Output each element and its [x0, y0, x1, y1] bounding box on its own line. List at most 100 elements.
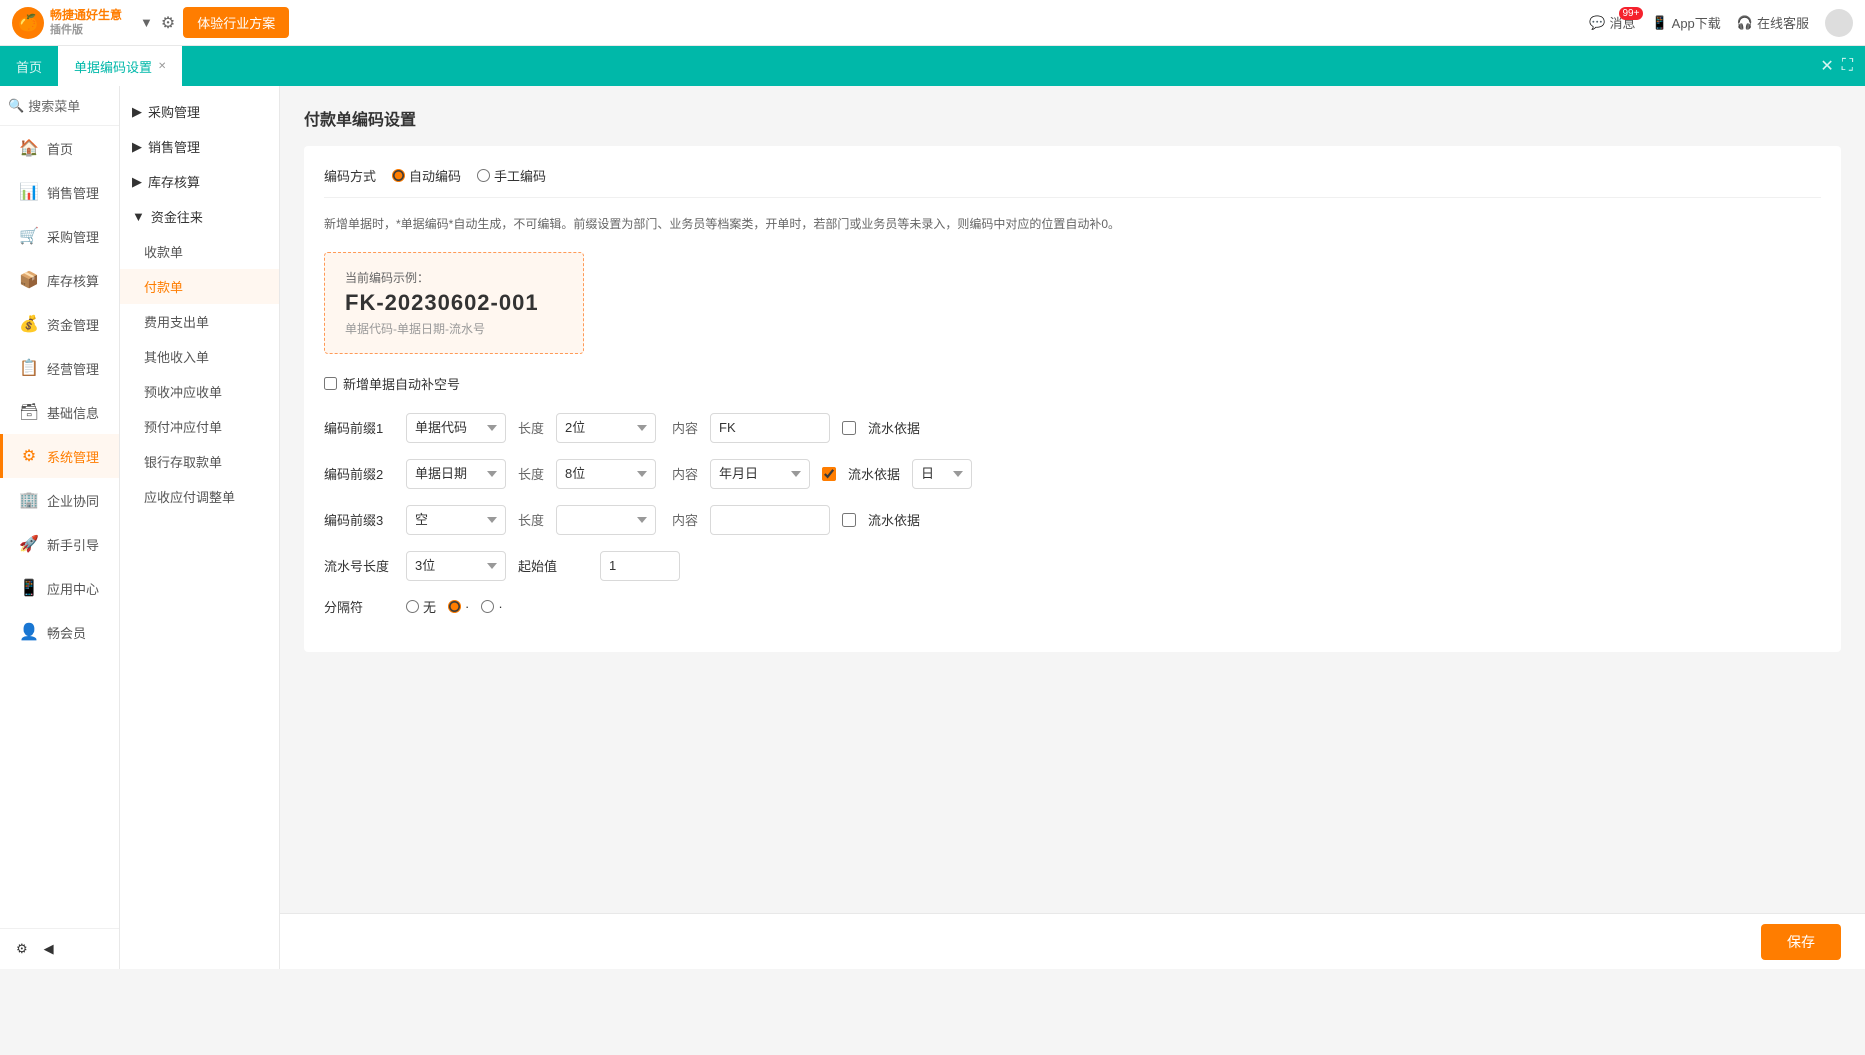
- home-icon: 🏠: [19, 138, 39, 158]
- start-value-input[interactable]: [600, 551, 680, 581]
- online-service-btn[interactable]: 🎧 在线客服: [1737, 13, 1809, 32]
- bottom-settings-icon[interactable]: ⚙: [16, 941, 28, 957]
- sub-group-capital-title[interactable]: ▼ 资金往来: [120, 199, 279, 234]
- prefix2-row: 编码前缀2 单据日期 长度 8位 内容 年月日 流水依据 日: [324, 459, 1821, 489]
- tab-close-icon[interactable]: ✕: [158, 61, 166, 72]
- settings-icon[interactable]: ⚙: [161, 13, 175, 33]
- auto-fill-row[interactable]: 新增单据自动补空号: [324, 374, 1821, 393]
- prefix3-select[interactable]: 空: [406, 505, 506, 535]
- expand-arrow-sales: ▶: [132, 139, 142, 155]
- sidebar-item-enterprise[interactable]: 🏢 企业协同: [0, 478, 119, 522]
- expand-arrow-purchase: ▶: [132, 104, 142, 120]
- topbar-left: 🍊 畅捷通好生意 插件版 ▼ ⚙ 体验行业方案: [12, 7, 289, 39]
- sub-item-payment[interactable]: 付款单: [120, 269, 279, 304]
- sidebar-item-sales[interactable]: 📊 销售管理: [0, 170, 119, 214]
- prefix1-row: 编码前缀1 单据代码 长度 2位 内容 流水依据: [324, 413, 1821, 443]
- sub-item-recv-pay-adjust[interactable]: 应收应付调整单: [120, 479, 279, 514]
- prefix3-label: 编码前缀3: [324, 510, 394, 529]
- sub-group-inventory-title[interactable]: ▶ 库存核算: [120, 164, 279, 199]
- prefix2-length-select[interactable]: 8位: [556, 459, 656, 489]
- encoding-method-row: 编码方式 自动编码 手工编码: [324, 166, 1821, 198]
- prefix3-length-select[interactable]: [556, 505, 656, 535]
- prefix3-content-input[interactable]: [710, 505, 830, 535]
- prefix1-content-input[interactable]: [710, 413, 830, 443]
- sidebar-item-home[interactable]: 🏠 首页: [0, 126, 119, 170]
- prefix3-row: 编码前缀3 空 长度 内容 流水依据: [324, 505, 1821, 535]
- prefix3-serial-label: 流水依据: [868, 510, 920, 529]
- messages-btn[interactable]: 💬 消息 99+: [1589, 13, 1635, 32]
- prefix2-select[interactable]: 单据日期: [406, 459, 506, 489]
- separator-none-label[interactable]: 无: [406, 597, 436, 616]
- bottom-collapse-icon[interactable]: ◀: [44, 941, 54, 957]
- expand-arrow-capital: ▼: [132, 209, 145, 224]
- sidebar-search[interactable]: 🔍 搜索菜单: [0, 86, 119, 126]
- preview-label: 当前编码示例：: [345, 269, 563, 286]
- radio-manual[interactable]: [477, 169, 490, 182]
- trial-btn[interactable]: 体验行业方案: [183, 7, 289, 38]
- prefix1-length-label: 长度: [518, 418, 544, 437]
- prefix1-select[interactable]: 单据代码: [406, 413, 506, 443]
- page-title: 付款单编码设置: [304, 106, 1841, 130]
- sidebar-item-inventory[interactable]: 📦 库存核算: [0, 258, 119, 302]
- prefix1-serial-checkbox[interactable]: [842, 421, 856, 435]
- sub-group-capital: ▼ 资金往来 收款单 付款单 费用支出单 其他收入单 预收冲应收单 预付冲应付单…: [120, 199, 279, 514]
- sidebar-item-basic[interactable]: 🗃 基础信息: [0, 390, 119, 434]
- separator-dot-label[interactable]: ·: [448, 599, 469, 614]
- sub-group-sales-title[interactable]: ▶ 销售管理: [120, 129, 279, 164]
- sidebar-item-home-label: 首页: [47, 139, 73, 158]
- radio-manual-label[interactable]: 手工编码: [477, 166, 546, 185]
- radio-auto-label[interactable]: 自动编码: [392, 166, 461, 185]
- sub-item-expense[interactable]: 费用支出单: [120, 304, 279, 339]
- serial-length-select[interactable]: 3位: [406, 551, 506, 581]
- settings-card: 编码方式 自动编码 手工编码 新增单据时，*单据编码*自动生成，不可编辑。前缀设…: [304, 146, 1841, 652]
- sidebar-item-purchase[interactable]: 🛒 采购管理: [0, 214, 119, 258]
- system-icon: ⚙: [19, 446, 39, 466]
- sub-group-inventory: ▶ 库存核算: [120, 164, 279, 199]
- separator-dot2-label[interactable]: ·: [481, 599, 502, 614]
- radio-auto[interactable]: [392, 169, 405, 182]
- sidebar-item-newbie[interactable]: 🚀 新手引导: [0, 522, 119, 566]
- sidebar-item-sales-label: 销售管理: [47, 183, 99, 202]
- sidebar-item-finance[interactable]: 💰 资金管理: [0, 302, 119, 346]
- separator-dot-radio[interactable]: [448, 600, 461, 613]
- sub-item-other-income[interactable]: 其他收入单: [120, 339, 279, 374]
- sidebar-item-system[interactable]: ⚙ 系统管理: [0, 434, 119, 478]
- tab-home-label: 首页: [16, 57, 42, 76]
- sub-item-receipt[interactable]: 收款单: [120, 234, 279, 269]
- logo-area: 🍊 畅捷通好生意 插件版: [12, 7, 132, 39]
- sub-group-purchase-title[interactable]: ▶ 采购管理: [120, 94, 279, 129]
- nav-dropdown[interactable]: ▼: [140, 15, 153, 30]
- prefix2-serial-checkbox[interactable]: [822, 467, 836, 481]
- tabbar-expand-btn[interactable]: ⛶: [1842, 57, 1853, 75]
- inventory-icon: 📦: [19, 270, 39, 290]
- tabbar: 首页 单据编码设置 ✕ ✕ ⛶: [0, 46, 1865, 86]
- finance-icon: 💰: [19, 314, 39, 334]
- sub-item-prepay-payable[interactable]: 预付冲应付单: [120, 409, 279, 444]
- purchase-icon: 🛒: [19, 226, 39, 246]
- sidebar-item-operations[interactable]: 📋 经营管理: [0, 346, 119, 390]
- footer: 保存: [280, 913, 1865, 969]
- sub-group-sales-label: 销售管理: [148, 137, 200, 156]
- sidebar-item-apps[interactable]: 📱 应用中心: [0, 566, 119, 610]
- apps-icon: 📱: [19, 578, 39, 598]
- separator-none-radio[interactable]: [406, 600, 419, 613]
- sub-item-prepay-receivable[interactable]: 预收冲应收单: [120, 374, 279, 409]
- auto-fill-checkbox[interactable]: [324, 377, 337, 390]
- sub-sidebar: ▶ 采购管理 ▶ 销售管理 ▶ 库存核算 ▼ 资金往来 收款单 付款单 费用支出…: [120, 86, 280, 969]
- tab-home[interactable]: 首页: [0, 46, 58, 86]
- sub-item-bank-deposit[interactable]: 银行存取款单: [120, 444, 279, 479]
- sidebar-item-member[interactable]: 👤 畅会员: [0, 610, 119, 654]
- prefix2-period-select[interactable]: 日: [912, 459, 972, 489]
- prefix3-serial-checkbox[interactable]: [842, 513, 856, 527]
- message-badge: 99+: [1619, 7, 1644, 20]
- prefix2-length-label: 长度: [518, 464, 544, 483]
- tab-serial-setting[interactable]: 单据编码设置 ✕: [58, 46, 182, 86]
- basic-icon: 🗃: [19, 402, 39, 422]
- separator-dot2-radio[interactable]: [481, 600, 494, 613]
- prefix1-length-select[interactable]: 2位: [556, 413, 656, 443]
- avatar[interactable]: [1825, 9, 1853, 37]
- tabbar-close-btn[interactable]: ✕: [1820, 56, 1833, 76]
- save-button[interactable]: 保存: [1761, 924, 1841, 960]
- prefix2-content-select[interactable]: 年月日: [710, 459, 810, 489]
- app-download-btn[interactable]: 📱 App下载: [1651, 13, 1720, 32]
